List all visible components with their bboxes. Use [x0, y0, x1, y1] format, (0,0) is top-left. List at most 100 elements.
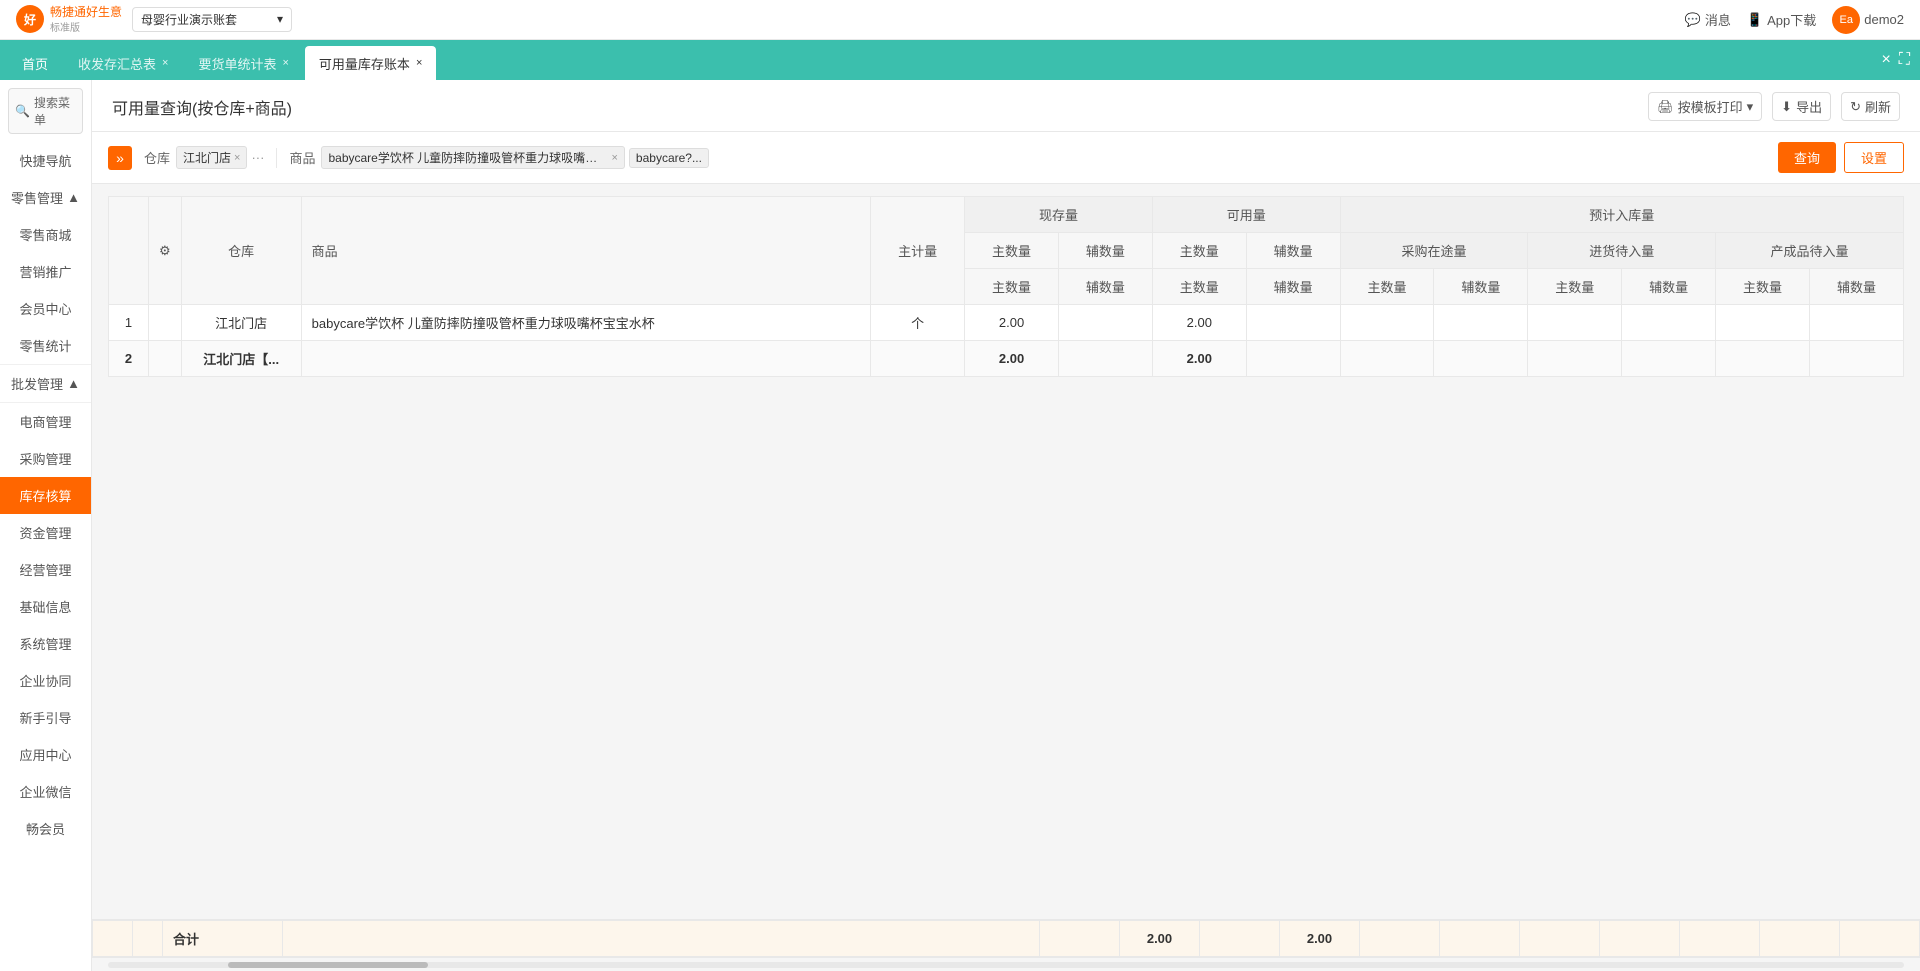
scroll-track[interactable] [108, 962, 1904, 968]
filter-divider [276, 148, 277, 168]
th-available-group: 可用量 [1152, 197, 1340, 233]
product-tag-label: babycare?... [636, 151, 702, 165]
summary-unit [1040, 921, 1120, 957]
close-icon[interactable]: × [416, 57, 422, 69]
table-row[interactable]: 2 江北门店【... 2.00 2.00 [109, 341, 1904, 377]
warehouse-label: 仓库 [144, 148, 170, 167]
warehouse-tag-label: 江北门店 [183, 149, 231, 166]
cell-settings [149, 305, 182, 341]
app-download-btn[interactable]: 📱 App下载 [1747, 10, 1816, 29]
close-icon[interactable]: × [611, 152, 617, 164]
th-settings[interactable]: ⚙ [149, 197, 182, 305]
sidebar-item-new-guide[interactable]: 新手引导 [0, 699, 91, 736]
sidebar-item-marketing[interactable]: 营销推广 [0, 253, 91, 290]
sidebar-item-retail-stats[interactable]: 零售统计 [0, 327, 91, 364]
summary-p3 [1600, 921, 1680, 957]
product-tag-1[interactable]: babycare学饮杯 儿童防摔防撞吸管杯重力球吸嘴杯宝宝水杯 × [321, 146, 624, 169]
sidebar-item-operations[interactable]: 经营管理 [0, 551, 91, 588]
cell-purchase-aux [1434, 305, 1528, 341]
print-icon: 🖨 [1657, 99, 1674, 115]
summary-empty [93, 921, 133, 957]
cell-index: 2 [109, 341, 149, 377]
th-purchase-main: 主数量 [1340, 269, 1434, 305]
store-name: 母婴行业演示账套 [141, 11, 237, 28]
sidebar-item-quick-nav[interactable]: 快捷导航 [0, 142, 91, 179]
sidebar-item-label: 系统管理 [19, 634, 71, 653]
top-bar-left: 好 畅捷通好生意 标准版 母婴行业演示账套 ▾ [16, 5, 292, 34]
sidebar-item-retail-mgmt[interactable]: 零售管理 ▲ [0, 179, 91, 216]
logo-icon: 好 [16, 5, 44, 33]
sidebar-item-label: 企业协同 [19, 671, 71, 690]
tab-available-stock[interactable]: 可用量库存账本 × [305, 46, 436, 80]
query-btn[interactable]: 查询 [1778, 142, 1836, 173]
filter-expand-btn[interactable]: » [108, 146, 132, 170]
sidebar-item-ecommerce[interactable]: 电商管理 [0, 403, 91, 440]
sidebar-item-system[interactable]: 系统管理 [0, 625, 91, 662]
tab-home[interactable]: 首页 [8, 46, 62, 80]
filter-actions: 查询 设置 [1778, 142, 1904, 173]
tab-bar: 首页 收发存汇总表 × 要货单统计表 × 可用量库存账本 × × ⛶ [0, 40, 1920, 80]
expand-btn[interactable]: ⛶ [1899, 51, 1910, 69]
summary-p1 [1440, 921, 1520, 957]
close-all-tabs-btn[interactable]: × [1881, 51, 1890, 69]
product-tag-2[interactable]: babycare?... [629, 148, 709, 168]
th-incoming-aux: 辅数量 [1622, 269, 1716, 305]
cell-available-main: 2.00 [1152, 305, 1246, 341]
store-selector[interactable]: 母婴行业演示账套 ▾ [132, 7, 292, 32]
th-index [109, 197, 149, 305]
sidebar-item-basic-info[interactable]: 基础信息 [0, 588, 91, 625]
summary-available-main: 2.00 [1280, 921, 1360, 957]
th-available-main: 主数量 [1152, 233, 1246, 269]
sidebar-item-app-center[interactable]: 应用中心 [0, 736, 91, 773]
tab-demand-stats[interactable]: 要货单统计表 × [184, 46, 302, 80]
sidebar-item-label: 企业微信 [19, 782, 71, 801]
page-title: 可用量查询(按仓库+商品) [112, 95, 292, 119]
summary-stock-aux [1200, 921, 1280, 957]
sidebar-item-label: 采购管理 [19, 449, 71, 468]
warehouse-tag[interactable]: 江北门店 × [176, 146, 247, 169]
filter-more-btn[interactable]: ··· [251, 150, 264, 165]
sidebar-item-retail-mall[interactable]: 零售商城 [0, 216, 91, 253]
tab-available-stock-label: 可用量库存账本 [319, 54, 410, 73]
sidebar-group-retail: 零售管理 ▲ 零售商城 营销推广 会员中心 零售统计 [0, 179, 91, 365]
th-stock-aux: 辅数量 [1058, 233, 1152, 269]
user-profile[interactable]: Ea demo2 [1832, 6, 1904, 34]
message-btn[interactable]: 💬 消息 [1685, 10, 1731, 29]
summary-table: 合计 2.00 2.00 [92, 920, 1920, 957]
sidebar-item-label: 库存核算 [19, 486, 71, 505]
export-btn[interactable]: ⬇ 导出 [1772, 92, 1831, 121]
th-incoming-group: 进货待入量 [1528, 233, 1716, 269]
search-label: 搜索菜单 [34, 94, 76, 128]
sidebar-item-inventory[interactable]: 库存核算 [0, 477, 91, 514]
product-tags: babycare学饮杯 儿童防摔防撞吸管杯重力球吸嘴杯宝宝水杯 × babyca… [321, 146, 708, 169]
cell-available-main: 2.00 [1152, 341, 1246, 377]
filter-bar: » 仓库 江北门店 × ··· 商品 babycare学饮杯 儿童防摔防撞吸管杯… [92, 132, 1920, 184]
cell-unit: 个 [871, 305, 965, 341]
sidebar-item-label: 营销推广 [19, 262, 71, 281]
sidebar-item-member-center[interactable]: 会员中心 [0, 290, 91, 327]
scroll-thumb[interactable] [228, 962, 428, 968]
sidebar-item-enterprise[interactable]: 企业协同 [0, 662, 91, 699]
sidebar-item-purchase[interactable]: 采购管理 [0, 440, 91, 477]
data-table: ⚙ 仓库 商品 主计量 现存量 可用量 预计入库量 主数量 辅数量 主数量 辅数… [108, 196, 1904, 377]
sidebar-item-wholesale-mgmt[interactable]: 批发管理 ▲ [0, 365, 91, 402]
sidebar-item-label: 零售商城 [19, 225, 71, 244]
table-row[interactable]: 1 江北门店 babycare学饮杯 儿童防摔防撞吸管杯重力球吸嘴杯宝宝水杯 个… [109, 305, 1904, 341]
template-print-btn[interactable]: 🖨 按模板打印 ▾ [1648, 92, 1762, 121]
sidebar-item-enterprise-wechat[interactable]: 企业微信 [0, 773, 91, 810]
sidebar-search-btn[interactable]: 🔍 搜索菜单 [8, 88, 83, 134]
th-stock-aux2: 辅数量 [1058, 269, 1152, 305]
tab-income-summary[interactable]: 收发存汇总表 × [64, 46, 182, 80]
sidebar-item-member[interactable]: 畅会员 [0, 810, 91, 847]
sidebar-item-label: 应用中心 [19, 745, 71, 764]
refresh-btn[interactable]: ↻ 刷新 [1841, 92, 1900, 121]
page-header: 可用量查询(按仓库+商品) 🖨 按模板打印 ▾ ⬇ 导出 ↻ 刷新 [92, 80, 1920, 132]
settings-btn[interactable]: 设置 [1844, 142, 1904, 173]
scroll-bar-area [92, 957, 1920, 971]
sidebar-item-finance[interactable]: 资金管理 [0, 514, 91, 551]
cell-incoming-main [1528, 305, 1622, 341]
close-icon[interactable]: × [162, 57, 168, 69]
cell-available-aux [1246, 305, 1340, 341]
close-icon[interactable]: × [282, 57, 288, 69]
close-icon[interactable]: × [234, 152, 240, 164]
